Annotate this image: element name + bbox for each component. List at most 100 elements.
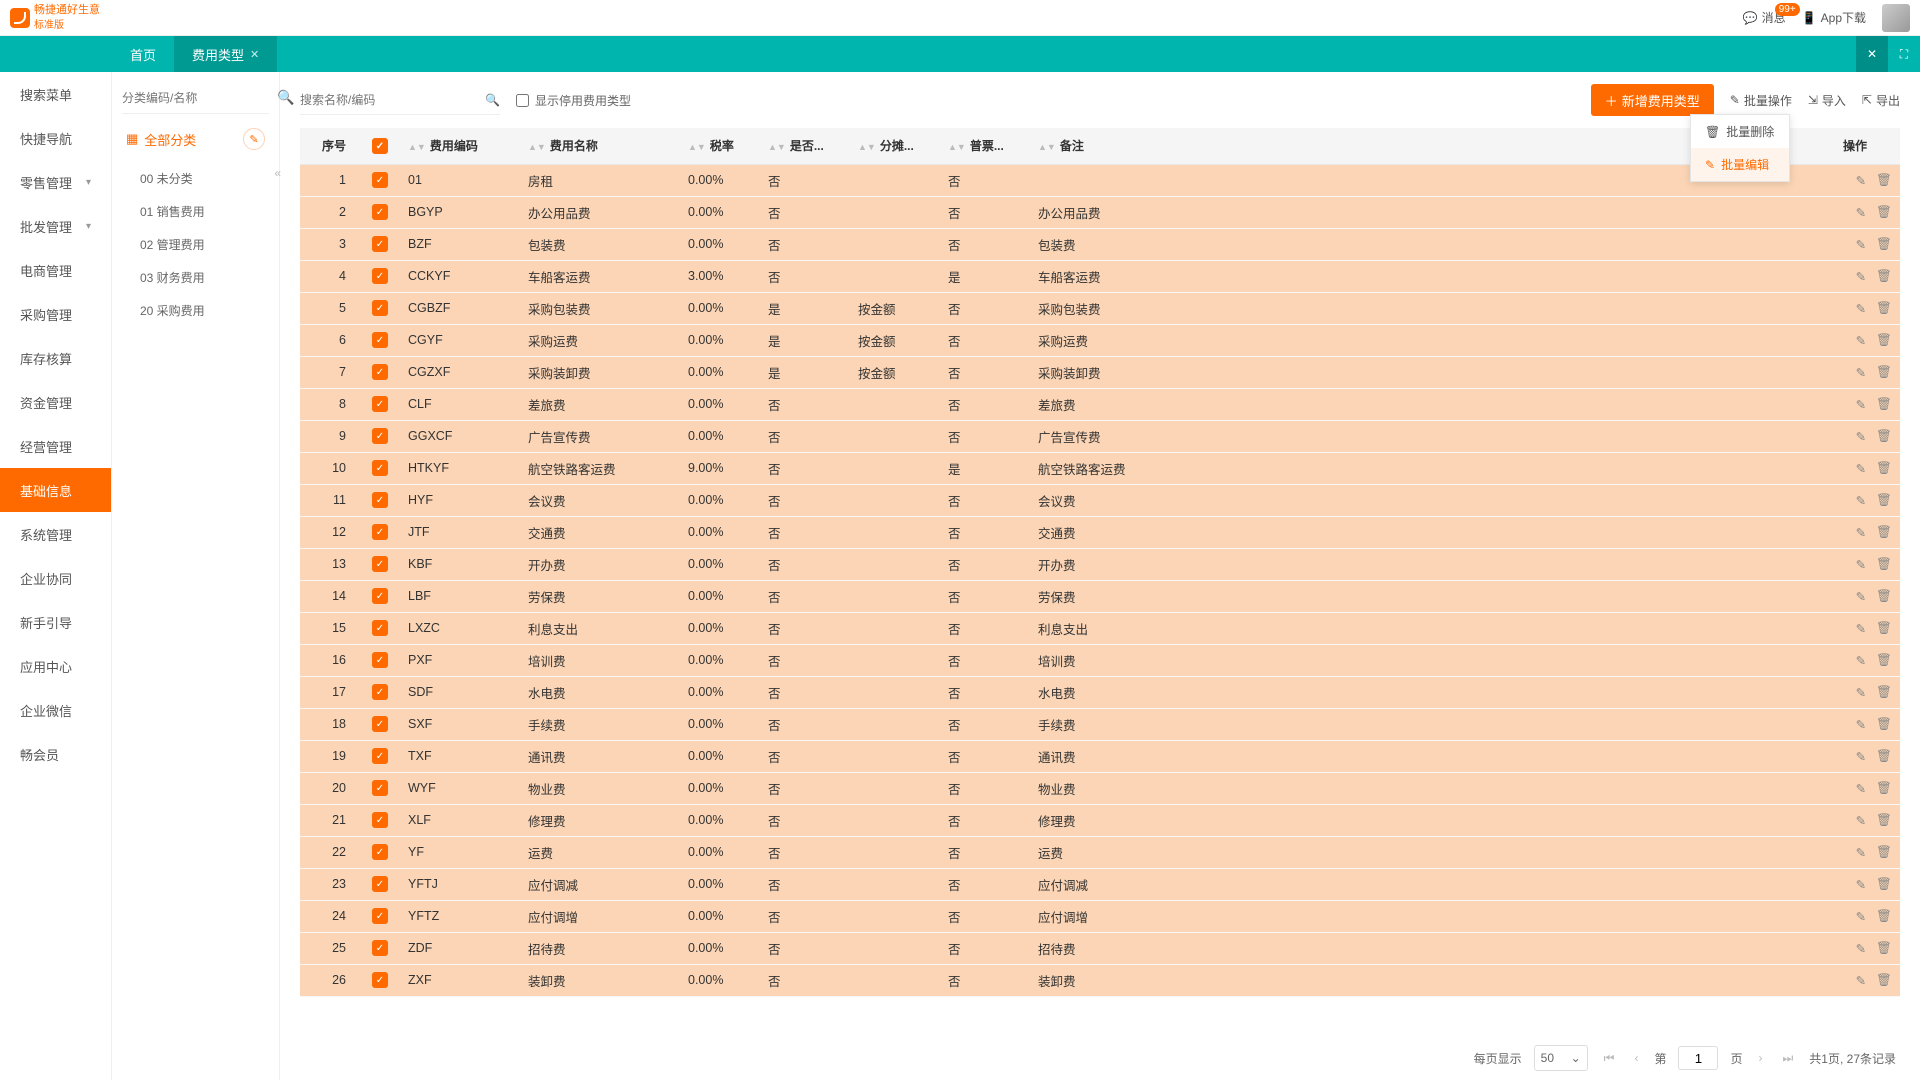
- row-edit-icon[interactable]: ✎: [1856, 237, 1866, 252]
- sidebar-item[interactable]: 电商管理: [0, 248, 111, 292]
- table-row[interactable]: 23✓YFTJ应付调减0.00%否否应付调减✎🗑: [300, 868, 1900, 900]
- row-edit-icon[interactable]: ✎: [1856, 429, 1866, 444]
- row-delete-icon[interactable]: 🗑: [1876, 621, 1892, 636]
- row-delete-icon[interactable]: 🗑: [1876, 589, 1892, 604]
- last-page-button[interactable]: ⏭: [1778, 1051, 1797, 1066]
- th-seq[interactable]: 序号: [300, 128, 360, 164]
- category-item[interactable]: 20 采购费用: [122, 294, 269, 327]
- checkbox-checked-icon[interactable]: ✓: [372, 236, 388, 252]
- close-icon[interactable]: ✕: [250, 48, 259, 61]
- table-row[interactable]: 17✓SDF水电费0.00%否否水电费✎🗑: [300, 676, 1900, 708]
- checkbox-checked-icon[interactable]: ✓: [372, 204, 388, 220]
- th-select-all[interactable]: ✓: [360, 128, 400, 164]
- per-page-select[interactable]: 50 ⌄: [1534, 1045, 1588, 1071]
- cell-checkbox[interactable]: ✓: [360, 644, 400, 676]
- sidebar-item[interactable]: 畅会员: [0, 732, 111, 776]
- import-button[interactable]: ⇲ 导入: [1808, 92, 1846, 109]
- checkbox-checked-icon[interactable]: ✓: [372, 556, 388, 572]
- row-edit-icon[interactable]: ✎: [1856, 717, 1866, 732]
- checkbox-checked-icon[interactable]: ✓: [372, 396, 388, 412]
- cell-checkbox[interactable]: ✓: [360, 804, 400, 836]
- row-delete-icon[interactable]: 🗑: [1876, 717, 1892, 732]
- row-edit-icon[interactable]: ✎: [1856, 909, 1866, 924]
- sidebar-item[interactable]: 库存核算: [0, 336, 111, 380]
- cell-checkbox[interactable]: ✓: [360, 164, 400, 196]
- checkbox-checked-icon[interactable]: ✓: [372, 940, 388, 956]
- add-expense-type-button[interactable]: ＋ 新增费用类型: [1591, 84, 1714, 116]
- app-download-link[interactable]: 📱 App下载: [1802, 9, 1866, 26]
- avatar[interactable]: [1882, 4, 1910, 32]
- row-delete-icon[interactable]: 🗑: [1876, 333, 1892, 348]
- table-row[interactable]: 11✓HYF会议费0.00%否否会议费✎🗑: [300, 484, 1900, 516]
- cell-checkbox[interactable]: ✓: [360, 900, 400, 932]
- row-delete-icon[interactable]: 🗑: [1876, 429, 1892, 444]
- sidebar-item[interactable]: 应用中心: [0, 644, 111, 688]
- show-disabled-checkbox[interactable]: [516, 94, 529, 107]
- table-row[interactable]: 15✓LXZC利息支出0.00%否否利息支出✎🗑: [300, 612, 1900, 644]
- checkbox-checked-icon[interactable]: ✓: [372, 780, 388, 796]
- row-edit-icon[interactable]: ✎: [1856, 525, 1866, 540]
- table-row[interactable]: 1✓01房租0.00%否否✎🗑: [300, 164, 1900, 196]
- checkbox-checked-icon[interactable]: ✓: [372, 844, 388, 860]
- table-row[interactable]: 20✓WYF物业费0.00%否否物业费✎🗑: [300, 772, 1900, 804]
- row-delete-icon[interactable]: 🗑: [1876, 973, 1892, 988]
- row-edit-icon[interactable]: ✎: [1856, 973, 1866, 988]
- cell-checkbox[interactable]: ✓: [360, 324, 400, 356]
- table-row[interactable]: 2✓BGYP办公用品费0.00%否否办公用品费✎🗑: [300, 196, 1900, 228]
- checkbox-checked-icon[interactable]: ✓: [372, 428, 388, 444]
- search-input[interactable]: [300, 93, 477, 107]
- row-delete-icon[interactable]: 🗑: [1876, 525, 1892, 540]
- batch-edit-item[interactable]: ✎ 批量编辑: [1691, 148, 1789, 181]
- checkbox-checked-icon[interactable]: ✓: [372, 268, 388, 284]
- checkbox-checked-icon[interactable]: ✓: [372, 876, 388, 892]
- row-delete-icon[interactable]: 🗑: [1876, 653, 1892, 668]
- row-delete-icon[interactable]: 🗑: [1876, 237, 1892, 252]
- sidebar-item[interactable]: 快捷导航: [0, 116, 111, 160]
- checkbox-checked-icon[interactable]: ✓: [372, 492, 388, 508]
- row-delete-icon[interactable]: 🗑: [1876, 877, 1892, 892]
- table-row[interactable]: 4✓CCKYF车船客运费3.00%否是车船客运费✎🗑: [300, 260, 1900, 292]
- table-row[interactable]: 7✓CGZXF采购装卸费0.00%是按金额否采购装卸费✎🗑: [300, 356, 1900, 388]
- sidebar-item[interactable]: 采购管理: [0, 292, 111, 336]
- checkbox-checked-icon[interactable]: ✓: [372, 460, 388, 476]
- tab-expense-type[interactable]: 费用类型 ✕: [174, 36, 277, 72]
- checkbox-checked-icon[interactable]: ✓: [372, 620, 388, 636]
- th-pt[interactable]: ▲▼普票...: [940, 128, 1030, 164]
- row-delete-icon[interactable]: 🗑: [1876, 173, 1892, 188]
- checkbox-checked-icon[interactable]: ✓: [372, 716, 388, 732]
- row-delete-icon[interactable]: 🗑: [1876, 493, 1892, 508]
- checkbox-checked-icon[interactable]: ✓: [372, 364, 388, 380]
- row-edit-icon[interactable]: ✎: [1856, 493, 1866, 508]
- category-item[interactable]: 01 销售费用: [122, 195, 269, 228]
- table-row[interactable]: 10✓HTKYF航空铁路客运费9.00%否是航空铁路客运费✎🗑: [300, 452, 1900, 484]
- table-row[interactable]: 8✓CLF差旅费0.00%否否差旅费✎🗑: [300, 388, 1900, 420]
- row-edit-icon[interactable]: ✎: [1856, 877, 1866, 892]
- search-icon[interactable]: 🔍: [485, 93, 500, 107]
- cell-checkbox[interactable]: ✓: [360, 932, 400, 964]
- cell-checkbox[interactable]: ✓: [360, 388, 400, 420]
- row-delete-icon[interactable]: 🗑: [1876, 781, 1892, 796]
- sidebar-item[interactable]: 零售管理▾: [0, 160, 111, 204]
- checkbox-checked-icon[interactable]: ✓: [372, 332, 388, 348]
- tabstrip-close-button[interactable]: ✕: [1856, 36, 1888, 72]
- row-delete-icon[interactable]: 🗑: [1876, 205, 1892, 220]
- checkbox-checked-icon[interactable]: ✓: [372, 524, 388, 540]
- row-edit-icon[interactable]: ✎: [1856, 685, 1866, 700]
- th-name[interactable]: ▲▼费用名称: [520, 128, 680, 164]
- row-delete-icon[interactable]: 🗑: [1876, 269, 1892, 284]
- sidebar-item[interactable]: 企业微信: [0, 688, 111, 732]
- row-edit-icon[interactable]: ✎: [1856, 333, 1866, 348]
- messages-link[interactable]: 💬 消息 99+: [1743, 9, 1786, 26]
- cell-checkbox[interactable]: ✓: [360, 260, 400, 292]
- sidebar-item[interactable]: 基础信息: [0, 468, 111, 512]
- row-delete-icon[interactable]: 🗑: [1876, 813, 1892, 828]
- export-button[interactable]: ⇱ 导出: [1862, 92, 1900, 109]
- sidebar-item[interactable]: 批发管理▾: [0, 204, 111, 248]
- table-row[interactable]: 9✓GGXCF广告宣传费0.00%否否广告宣传费✎🗑: [300, 420, 1900, 452]
- prev-page-button[interactable]: ‹: [1630, 1051, 1642, 1065]
- batch-ops-button[interactable]: ✎ 批量操作: [1730, 92, 1792, 109]
- checkbox-checked-icon[interactable]: ✓: [372, 588, 388, 604]
- table-row[interactable]: 24✓YFTZ应付调增0.00%否否应付调增✎🗑: [300, 900, 1900, 932]
- row-edit-icon[interactable]: ✎: [1856, 301, 1866, 316]
- cell-checkbox[interactable]: ✓: [360, 356, 400, 388]
